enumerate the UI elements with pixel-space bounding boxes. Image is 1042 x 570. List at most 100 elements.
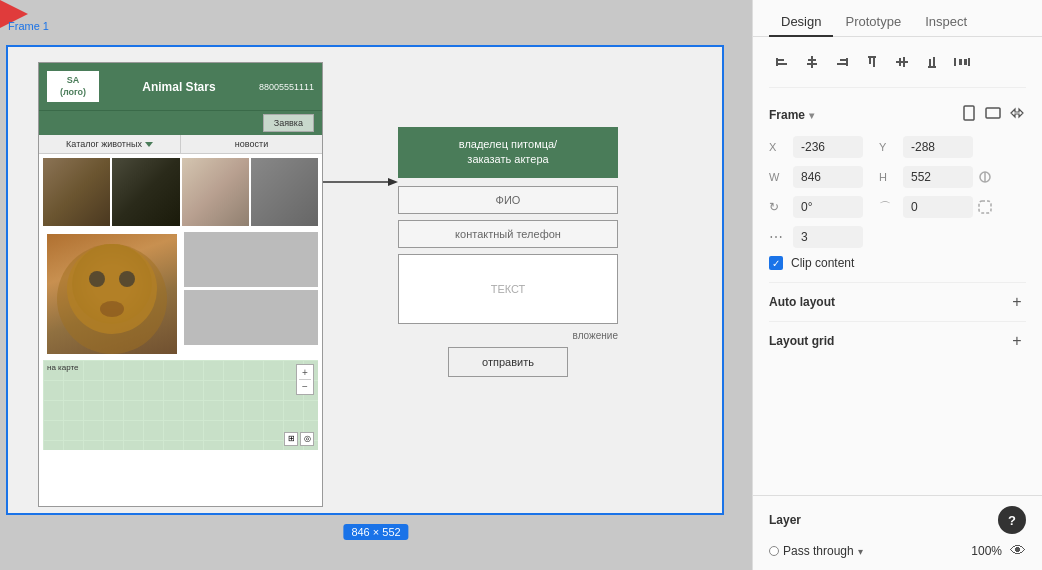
auto-layout-title: Auto layout — [769, 295, 835, 309]
rotation-icon: ↻ — [769, 200, 785, 214]
rotation-input[interactable] — [793, 196, 863, 218]
canvas-area: Frame 1 SA (лого) Animal Stars 880055511… — [0, 0, 752, 570]
svg-point-3 — [89, 271, 105, 287]
align-center-h-button[interactable] — [799, 49, 825, 75]
form-text-area[interactable]: ТЕКСТ — [398, 254, 618, 324]
tab-design[interactable]: Design — [769, 8, 833, 37]
map-zoom-out[interactable]: − — [302, 381, 308, 392]
tab-prototype[interactable]: Prototype — [833, 8, 913, 37]
svg-marker-7 — [388, 178, 398, 186]
align-bottom-button[interactable] — [919, 49, 945, 75]
tab-inspect[interactable]: Inspect — [913, 8, 979, 37]
layer-header-row: Layer ? — [769, 506, 1026, 534]
animal-thumb-4 — [251, 158, 318, 225]
layer-mode-chevron: ▾ — [858, 546, 863, 557]
layer-mode-text: Pass through — [783, 544, 854, 558]
xy-prop-row: X Y — [769, 136, 1026, 158]
svg-rect-15 — [840, 59, 846, 61]
layer-visibility-button[interactable]: 👁 — [1010, 542, 1026, 560]
news-nav-item[interactable]: новости — [181, 135, 322, 153]
layer-section: Layer ? Pass through ▾ 100% 👁 — [753, 495, 1042, 570]
mobile-wireframe: SA (лого) Animal Stars 88005551111 Заявк… — [38, 62, 323, 507]
form-fio-field[interactable]: ФИО — [398, 186, 618, 214]
catalog-nav-item[interactable]: Каталог животных — [39, 135, 181, 153]
clip-content-checkbox[interactable]: ✓ — [769, 256, 783, 270]
divider-2 — [769, 321, 1026, 322]
frame-section-title: Frame ▾ — [769, 108, 814, 122]
frame-dropdown-icon[interactable]: ▾ — [809, 110, 814, 121]
frame-view-landscape[interactable] — [984, 104, 1002, 126]
layer-options-row: Pass through ▾ 100% 👁 — [769, 542, 1026, 560]
dots-icon: ⋯ — [769, 229, 785, 245]
layout-grid-header: Layout grid + — [769, 332, 1026, 350]
align-center-v-button[interactable] — [889, 49, 915, 75]
large-cat-image — [47, 234, 177, 354]
divider-1 — [769, 282, 1026, 283]
corner-icon: ⌒ — [879, 199, 895, 216]
map-ctrl-1: ⊞ — [284, 432, 298, 446]
layout-grid-title: Layout grid — [769, 334, 834, 348]
form-title: владелец питомца/ заказать актера — [398, 127, 618, 178]
nav-bar: Заявка — [39, 110, 322, 135]
map-ctrl-2: ◎ — [300, 432, 314, 446]
animal-grid — [39, 154, 322, 229]
svg-rect-9 — [778, 59, 784, 61]
svg-point-2 — [57, 244, 167, 354]
svg-rect-16 — [837, 63, 846, 65]
align-top-button[interactable] — [859, 49, 885, 75]
rotation-corner-row: ↻ ⌒ — [769, 196, 1026, 218]
corner-resize-icon[interactable] — [977, 199, 993, 215]
layer-mode-selector[interactable]: Pass through ▾ — [769, 544, 863, 558]
w-label: W — [769, 171, 785, 183]
nav-zaявка-button[interactable]: Заявка — [263, 114, 314, 132]
svg-rect-14 — [846, 58, 848, 66]
constrain-proportions-icon[interactable] — [977, 169, 993, 185]
layer-title: Layer — [769, 513, 990, 527]
dots-input[interactable] — [793, 226, 863, 248]
animal-thumb-1 — [43, 158, 110, 225]
h-input[interactable] — [903, 166, 973, 188]
svg-rect-8 — [776, 58, 778, 66]
x-label: X — [769, 141, 785, 153]
svg-rect-10 — [778, 63, 787, 65]
layer-help-button[interactable]: ? — [998, 506, 1026, 534]
form-submit-button[interactable]: отправить — [448, 347, 568, 377]
right-panel: Design Prototype Inspect — [752, 0, 1042, 570]
align-tools — [769, 49, 1026, 88]
svg-rect-23 — [928, 66, 936, 68]
form-phone-field[interactable]: контактный телефон — [398, 220, 618, 248]
distribute-button[interactable] — [949, 49, 975, 75]
svg-rect-27 — [968, 58, 970, 66]
svg-point-5 — [100, 301, 124, 317]
x-input[interactable] — [793, 136, 863, 158]
auto-layout-header: Auto layout + — [769, 293, 1026, 311]
svg-rect-25 — [933, 57, 935, 66]
align-left-button[interactable] — [769, 49, 795, 75]
svg-rect-20 — [896, 61, 908, 63]
y-input[interactable] — [903, 136, 973, 158]
map-zoom-in[interactable]: + — [302, 367, 308, 378]
animal-thumb-2 — [112, 158, 179, 225]
frame-resize-icon[interactable] — [1008, 104, 1026, 126]
corner-input[interactable] — [903, 196, 973, 218]
auto-layout-add-button[interactable]: + — [1008, 293, 1026, 311]
animal-thumb-3 — [182, 158, 249, 225]
layer-opacity-value[interactable]: 100% — [971, 544, 1002, 558]
frame-view-portrait[interactable] — [960, 104, 978, 126]
align-right-button[interactable] — [829, 49, 855, 75]
svg-rect-19 — [873, 58, 875, 67]
svg-rect-17 — [868, 56, 876, 58]
svg-rect-13 — [807, 63, 817, 65]
dots-prop-row: ⋯ — [769, 226, 1026, 248]
side-block-1 — [184, 232, 318, 287]
frame-container: SA (лого) Animal Stars 88005551111 Заявк… — [6, 45, 724, 515]
w-input[interactable] — [793, 166, 863, 188]
clip-content-row: ✓ Clip content — [769, 256, 1026, 270]
svg-rect-26 — [954, 58, 956, 66]
mobile-nav: Каталог животных новости — [39, 135, 322, 154]
svg-rect-12 — [808, 59, 816, 61]
svg-rect-22 — [903, 57, 905, 67]
frame-section-header: Frame ▾ — [769, 104, 1026, 126]
phone-number: 88005551111 — [259, 82, 314, 92]
layout-grid-add-button[interactable]: + — [1008, 332, 1026, 350]
